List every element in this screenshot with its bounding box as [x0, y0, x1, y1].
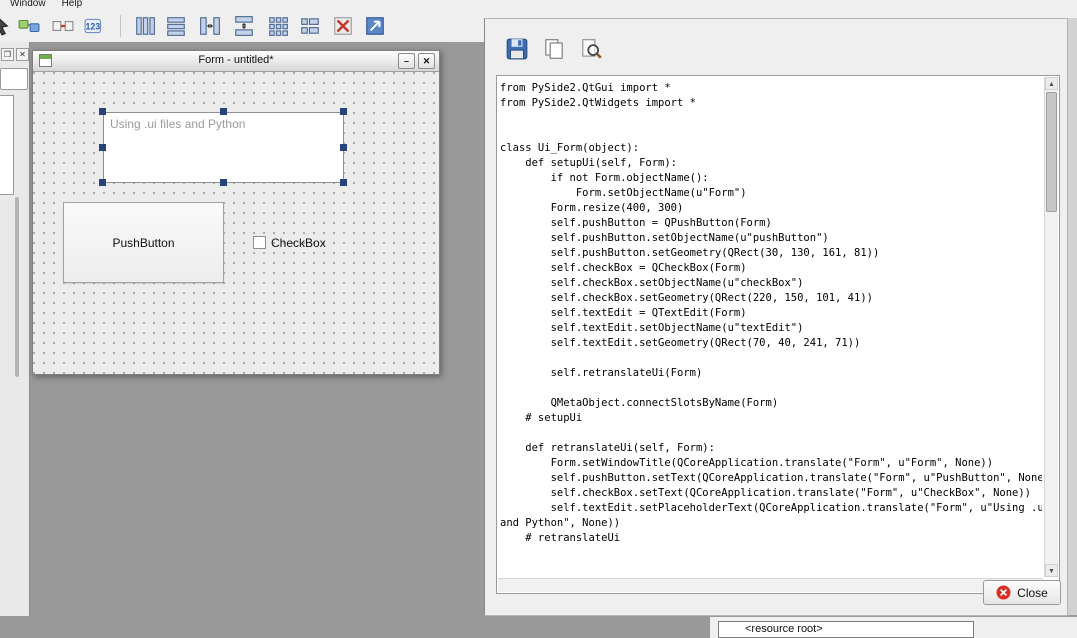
layout-form-button[interactable]	[297, 13, 323, 39]
checkbox-widget[interactable]: CheckBox	[253, 222, 354, 263]
form-canvas[interactable]: Using .ui files and Python PushButton Ch…	[33, 72, 439, 374]
find-button[interactable]	[577, 35, 605, 63]
layout-horizontal-button[interactable]	[132, 13, 158, 39]
splitter-horizontal-button[interactable]	[197, 13, 223, 39]
form-window-title: Form - untitled*	[33, 54, 439, 66]
splitter-vertical-icon	[233, 15, 255, 37]
form-editor-window: Form - untitled* – ✕ Using .ui files and…	[32, 50, 440, 375]
selection-handle[interactable]	[340, 108, 347, 115]
widget-filter-input[interactable]	[0, 68, 28, 90]
layout-grid-button[interactable]	[265, 13, 291, 39]
find-icon	[579, 37, 603, 61]
adjust-size-icon	[364, 15, 386, 37]
resource-browser-dock: <resource root>	[710, 617, 1077, 638]
menu-window[interactable]: Window	[10, 0, 46, 10]
dock-close-button[interactable]: ✕	[16, 48, 29, 61]
splitter-horizontal-icon	[199, 15, 221, 37]
splitter-vertical-button[interactable]	[231, 13, 257, 39]
checkbox-indicator[interactable]	[253, 236, 266, 249]
edit-tab-order-button[interactable]: 123	[82, 13, 108, 39]
menubar: Window Help	[0, 0, 1077, 10]
close-window-button[interactable]: ✕	[418, 53, 435, 69]
selection-handle[interactable]	[220, 179, 227, 186]
selection-handle[interactable]	[99, 144, 106, 151]
minimize-button[interactable]: –	[398, 53, 415, 69]
selection-handle[interactable]	[99, 108, 106, 115]
selection-handle[interactable]	[99, 179, 106, 186]
edit-widgets-icon	[0, 15, 14, 37]
copy-icon	[542, 37, 566, 61]
resource-root-item[interactable]: <resource root>	[718, 621, 974, 638]
layout-horizontal-icon	[134, 15, 156, 37]
widget-list-scrollbar[interactable]	[15, 197, 19, 377]
code-horizontal-scrollbar[interactable]	[498, 578, 1043, 592]
edit-buddies-icon	[52, 15, 74, 37]
form-window-titlebar[interactable]: Form - untitled* – ✕	[33, 51, 439, 72]
code-preview-dialog: from PySide2.QtGui import * from PySide2…	[484, 18, 1068, 616]
edit-tab-order-icon: 123	[84, 15, 106, 37]
edit-signals-slots-icon	[18, 15, 40, 37]
edit-buddies-button[interactable]	[50, 13, 76, 39]
toolbar-separator	[120, 15, 121, 37]
adjust-size-button[interactable]	[362, 13, 388, 39]
layout-vertical-icon	[165, 15, 187, 37]
svg-text:123: 123	[85, 21, 100, 31]
break-layout-icon	[332, 15, 354, 37]
textedit-widget[interactable]: Using .ui files and Python	[103, 112, 344, 183]
close-dialog-button[interactable]: Close	[983, 580, 1061, 605]
code-dialog-toolbar	[503, 35, 605, 63]
widget-list[interactable]	[0, 95, 14, 195]
edit-widgets-button[interactable]	[0, 13, 16, 39]
scroll-down-arrow-icon[interactable]: ▼	[1045, 564, 1058, 577]
vertical-scroll-thumb[interactable]	[1046, 92, 1057, 212]
copy-button[interactable]	[540, 35, 568, 63]
checkbox-label: CheckBox	[271, 236, 326, 250]
menu-help[interactable]: Help	[62, 0, 83, 10]
layout-vertical-button[interactable]	[163, 13, 189, 39]
widget-box-dock: ❐ ✕	[0, 42, 30, 616]
break-layout-button[interactable]	[330, 13, 356, 39]
code-view-frame: from PySide2.QtGui import * from PySide2…	[496, 75, 1060, 594]
layout-form-icon	[299, 15, 321, 37]
selection-handle[interactable]	[340, 179, 347, 186]
edit-signals-slots-button[interactable]	[16, 13, 42, 39]
selection-handle[interactable]	[340, 144, 347, 151]
right-dock-edge	[1068, 18, 1077, 615]
selection-handle[interactable]	[220, 108, 227, 115]
save-icon	[505, 37, 529, 61]
save-button[interactable]	[503, 35, 531, 63]
scroll-up-arrow-icon[interactable]: ▲	[1045, 77, 1058, 90]
pushbutton-widget[interactable]: PushButton	[63, 202, 224, 283]
close-circle-icon	[996, 585, 1011, 600]
qt-designer-window: Window Help 123	[0, 0, 1077, 638]
layout-grid-icon	[267, 15, 289, 37]
dock-float-button[interactable]: ❐	[1, 48, 14, 61]
close-button-label: Close	[1017, 586, 1048, 600]
code-view[interactable]: from PySide2.QtGui import * from PySide2…	[500, 81, 1042, 576]
code-vertical-scrollbar[interactable]: ▲ ▼	[1044, 77, 1058, 577]
